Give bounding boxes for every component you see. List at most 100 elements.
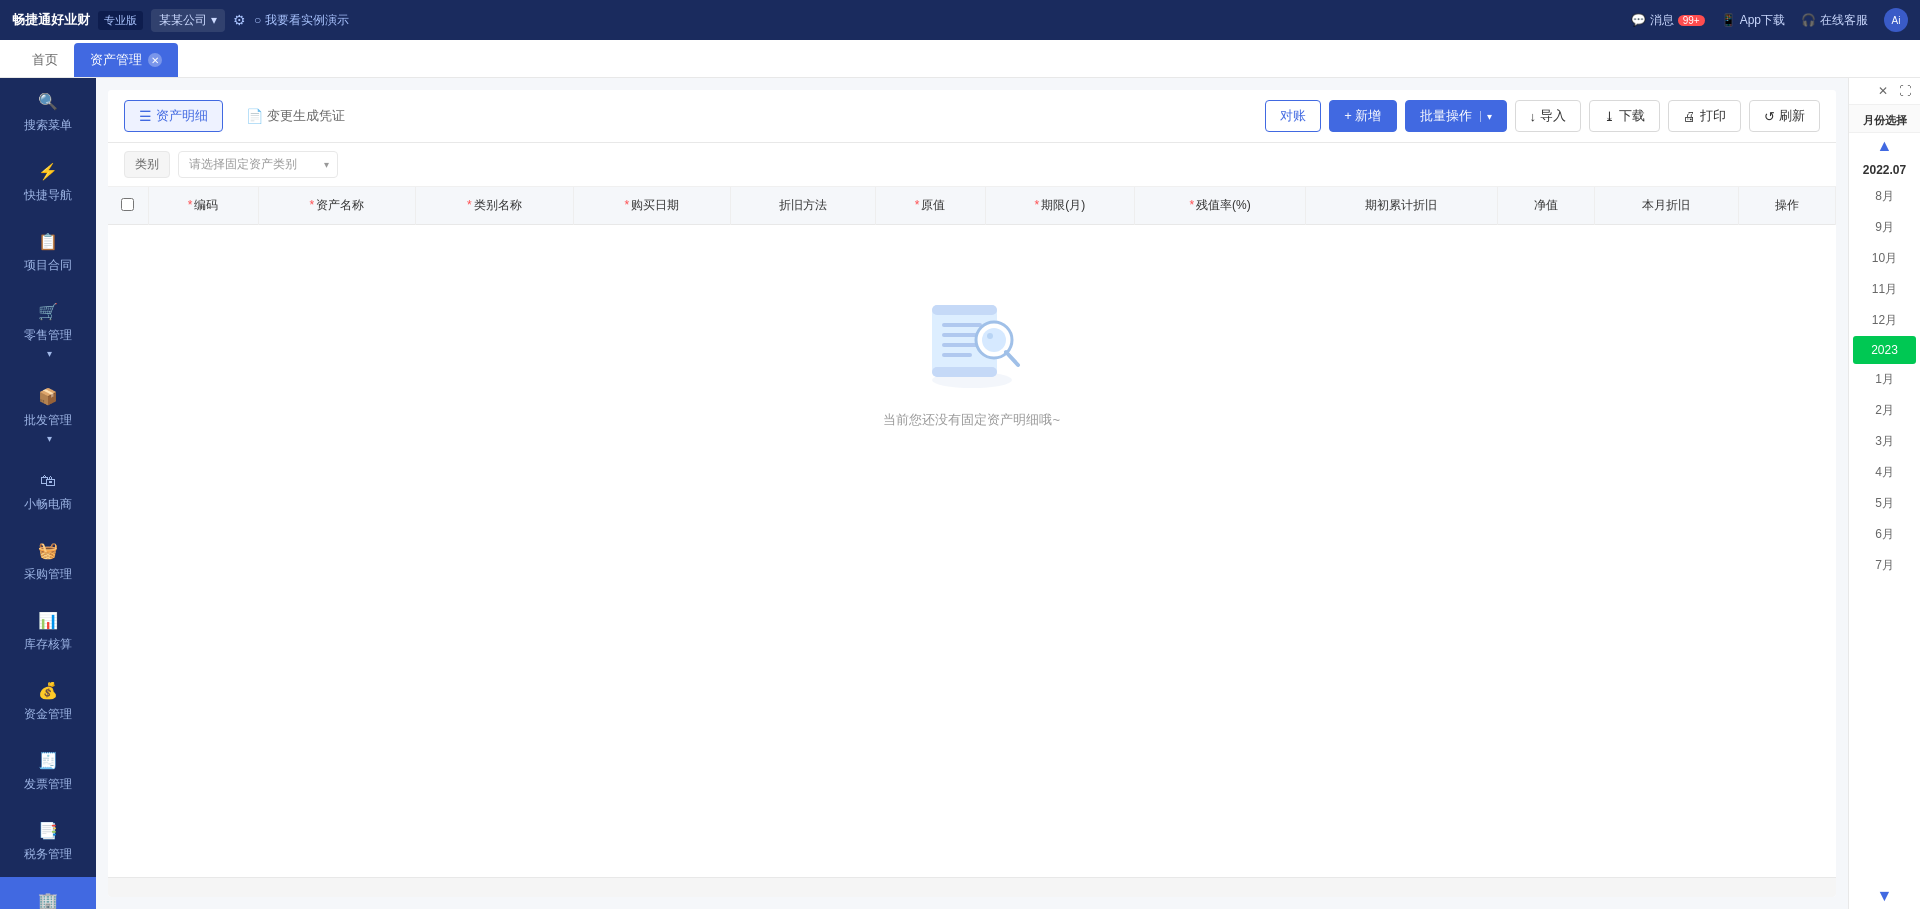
svg-rect-3 bbox=[932, 367, 997, 377]
th-category: *类别名称 bbox=[416, 187, 574, 225]
sidebar-label-quick-nav: 快捷导航 bbox=[24, 187, 72, 204]
svg-point-9 bbox=[982, 328, 1006, 352]
refresh-btn[interactable]: ↺ 刷新 bbox=[1749, 100, 1820, 132]
search-icon: 🔍 bbox=[38, 92, 58, 111]
invoice-icon: 🧾 bbox=[38, 751, 58, 770]
month-item-12[interactable]: 12月 bbox=[1849, 305, 1920, 336]
sidebar: 🔍 搜索菜单 ⚡ 快捷导航 📋 项目合同 🛒 零售管理 ▾ 📦 批发管理 ▾ 🛍… bbox=[0, 78, 96, 909]
month-nav-up[interactable]: ▲ bbox=[1849, 133, 1920, 159]
message-badge: 99+ bbox=[1678, 15, 1705, 26]
tab-close-icon[interactable]: ✕ bbox=[148, 53, 162, 67]
sidebar-item-retail[interactable]: 🛒 零售管理 ▾ bbox=[0, 288, 96, 373]
import-btn[interactable]: ↓ 导入 bbox=[1515, 100, 1582, 132]
tab-home[interactable]: 首页 bbox=[16, 43, 74, 77]
month-item-11[interactable]: 11月 bbox=[1849, 274, 1920, 305]
svg-line-10 bbox=[1006, 352, 1018, 365]
th-net-value: 净值 bbox=[1497, 187, 1594, 225]
month-item-4[interactable]: 4月 bbox=[1849, 457, 1920, 488]
main-layout: 🔍 搜索菜单 ⚡ 快捷导航 📋 项目合同 🛒 零售管理 ▾ 📦 批发管理 ▾ 🛍… bbox=[0, 78, 1920, 909]
purchase-icon: 🧺 bbox=[38, 541, 58, 560]
table-container: *编码 *资产名称 *类别名称 *购买日期 bbox=[108, 187, 1836, 877]
bottom-scrollbar[interactable] bbox=[108, 877, 1836, 897]
sidebar-item-fixed-asset[interactable]: 🏢 固定资产 bbox=[0, 877, 96, 909]
sidebar-item-quick-nav[interactable]: ⚡ 快捷导航 bbox=[0, 148, 96, 218]
chevron-up-icon: ▲ bbox=[1877, 137, 1893, 155]
retail-arrow-icon: ▾ bbox=[47, 348, 52, 359]
avatar[interactable]: Ai bbox=[1884, 8, 1908, 32]
nav-tabs: 首页 资产管理 ✕ bbox=[0, 40, 1920, 78]
print-btn[interactable]: 🖨 打印 bbox=[1668, 100, 1741, 132]
th-accumulated-depreciation: 期初累计折旧 bbox=[1305, 187, 1497, 225]
message-btn[interactable]: 💬 消息 99+ bbox=[1631, 12, 1705, 29]
sidebar-label-wholesale: 批发管理 bbox=[24, 412, 72, 429]
dropdown-arrow-icon: ▾ bbox=[211, 13, 217, 27]
demo-icon: ○ bbox=[254, 13, 261, 27]
month-item-3[interactable]: 3月 bbox=[1849, 426, 1920, 457]
inventory-icon: 📊 bbox=[38, 611, 58, 630]
sidebar-item-project[interactable]: 📋 项目合同 bbox=[0, 218, 96, 288]
month-item-7[interactable]: 7月 bbox=[1849, 550, 1920, 581]
month-item-6[interactable]: 6月 bbox=[1849, 519, 1920, 550]
sidebar-item-wholesale[interactable]: 📦 批发管理 ▾ bbox=[0, 373, 96, 458]
company-name: 某某公司 bbox=[159, 12, 207, 29]
month-item-2023[interactable]: 2023 bbox=[1853, 336, 1916, 364]
svg-rect-7 bbox=[942, 353, 972, 357]
category-filter-select[interactable]: 请选择固定资产类别 ▾ bbox=[178, 151, 338, 178]
select-all-checkbox[interactable] bbox=[121, 198, 134, 211]
month-item-8[interactable]: 8月 bbox=[1849, 181, 1920, 212]
month-item-9[interactable]: 9月 bbox=[1849, 212, 1920, 243]
table-body: 当前您还没有固定资产明细哦~ bbox=[108, 225, 1836, 490]
empty-illustration bbox=[912, 285, 1032, 395]
month-item-1[interactable]: 1月 bbox=[1849, 364, 1920, 395]
demo-link[interactable]: ○ 我要看实例演示 bbox=[254, 12, 349, 29]
reconcile-btn[interactable]: 对账 bbox=[1265, 100, 1321, 132]
add-btn-label: + 新增 bbox=[1344, 107, 1381, 125]
sidebar-item-inventory[interactable]: 📊 库存核算 bbox=[0, 597, 96, 667]
sub-tab-asset-detail-label: 资产明细 bbox=[156, 107, 208, 125]
import-btn-label: 导入 bbox=[1540, 107, 1566, 125]
download-btn[interactable]: ⤓ 下载 bbox=[1589, 100, 1660, 132]
top-bar: 畅捷通好业财 专业版 某某公司 ▾ ⚙ ○ 我要看实例演示 💬 消息 99+ 📱… bbox=[0, 0, 1920, 40]
project-icon: 📋 bbox=[38, 232, 58, 251]
company-selector[interactable]: 某某公司 ▾ bbox=[151, 9, 225, 32]
add-btn[interactable]: + 新增 bbox=[1329, 100, 1396, 132]
panel-maximize-icon[interactable]: ⛶ bbox=[1896, 82, 1914, 100]
batch-arrow-icon: ▾ bbox=[1480, 111, 1492, 122]
sidebar-item-invoice[interactable]: 🧾 发票管理 bbox=[0, 737, 96, 807]
sidebar-label-finance: 资金管理 bbox=[24, 706, 72, 723]
month-item-2[interactable]: 2月 bbox=[1849, 395, 1920, 426]
sidebar-item-finance[interactable]: 💰 资金管理 bbox=[0, 667, 96, 737]
ecommerce-icon: 🛍 bbox=[40, 472, 56, 490]
svg-rect-2 bbox=[932, 305, 997, 315]
reconcile-btn-label: 对账 bbox=[1280, 107, 1306, 125]
sidebar-item-ecommerce[interactable]: 🛍 小畅电商 bbox=[0, 458, 96, 527]
month-item-5[interactable]: 5月 bbox=[1849, 488, 1920, 519]
settings-icon[interactable]: ⚙ bbox=[233, 12, 246, 28]
sidebar-label-search: 搜索菜单 bbox=[24, 117, 72, 134]
month-item-10[interactable]: 10月 bbox=[1849, 243, 1920, 274]
empty-cell: 当前您还没有固定资产明细哦~ bbox=[108, 225, 1836, 490]
panel-controls: ✕ ⛶ bbox=[1849, 78, 1920, 105]
th-name: *资产名称 bbox=[258, 187, 416, 225]
empty-text: 当前您还没有固定资产明细哦~ bbox=[883, 411, 1060, 429]
sidebar-item-purchase[interactable]: 🧺 采购管理 bbox=[0, 527, 96, 597]
month-nav-down[interactable]: ▼ bbox=[1849, 883, 1920, 909]
message-label: 消息 bbox=[1650, 12, 1674, 29]
sub-tab-asset-detail[interactable]: ☰ 资产明细 bbox=[124, 100, 223, 132]
sidebar-item-tax[interactable]: 📑 税务管理 bbox=[0, 807, 96, 877]
online-service-label: 在线客服 bbox=[1820, 12, 1868, 29]
top-bar-right: 💬 消息 99+ 📱 App下载 🎧 在线客服 Ai bbox=[1631, 8, 1908, 32]
panel-close-icon[interactable]: ✕ bbox=[1874, 82, 1892, 100]
app-download-btn[interactable]: 📱 App下载 bbox=[1721, 12, 1785, 29]
sidebar-label-project: 项目合同 bbox=[24, 257, 72, 274]
quick-nav-icon: ⚡ bbox=[38, 162, 58, 181]
sidebar-label-purchase: 采购管理 bbox=[24, 566, 72, 583]
batch-btn[interactable]: 批量操作 ▾ bbox=[1405, 100, 1507, 132]
th-residual-rate: *残值率(%) bbox=[1135, 187, 1306, 225]
tab-asset-management[interactable]: 资产管理 ✕ bbox=[74, 43, 178, 77]
online-service-btn[interactable]: 🎧 在线客服 bbox=[1801, 12, 1868, 29]
app-name: 畅捷通好业财 bbox=[12, 11, 90, 29]
sub-tab-voucher-gen[interactable]: 📄 变更生成凭证 bbox=[231, 100, 360, 132]
print-icon: 🖨 bbox=[1683, 109, 1696, 124]
sidebar-item-search[interactable]: 🔍 搜索菜单 bbox=[0, 78, 96, 148]
